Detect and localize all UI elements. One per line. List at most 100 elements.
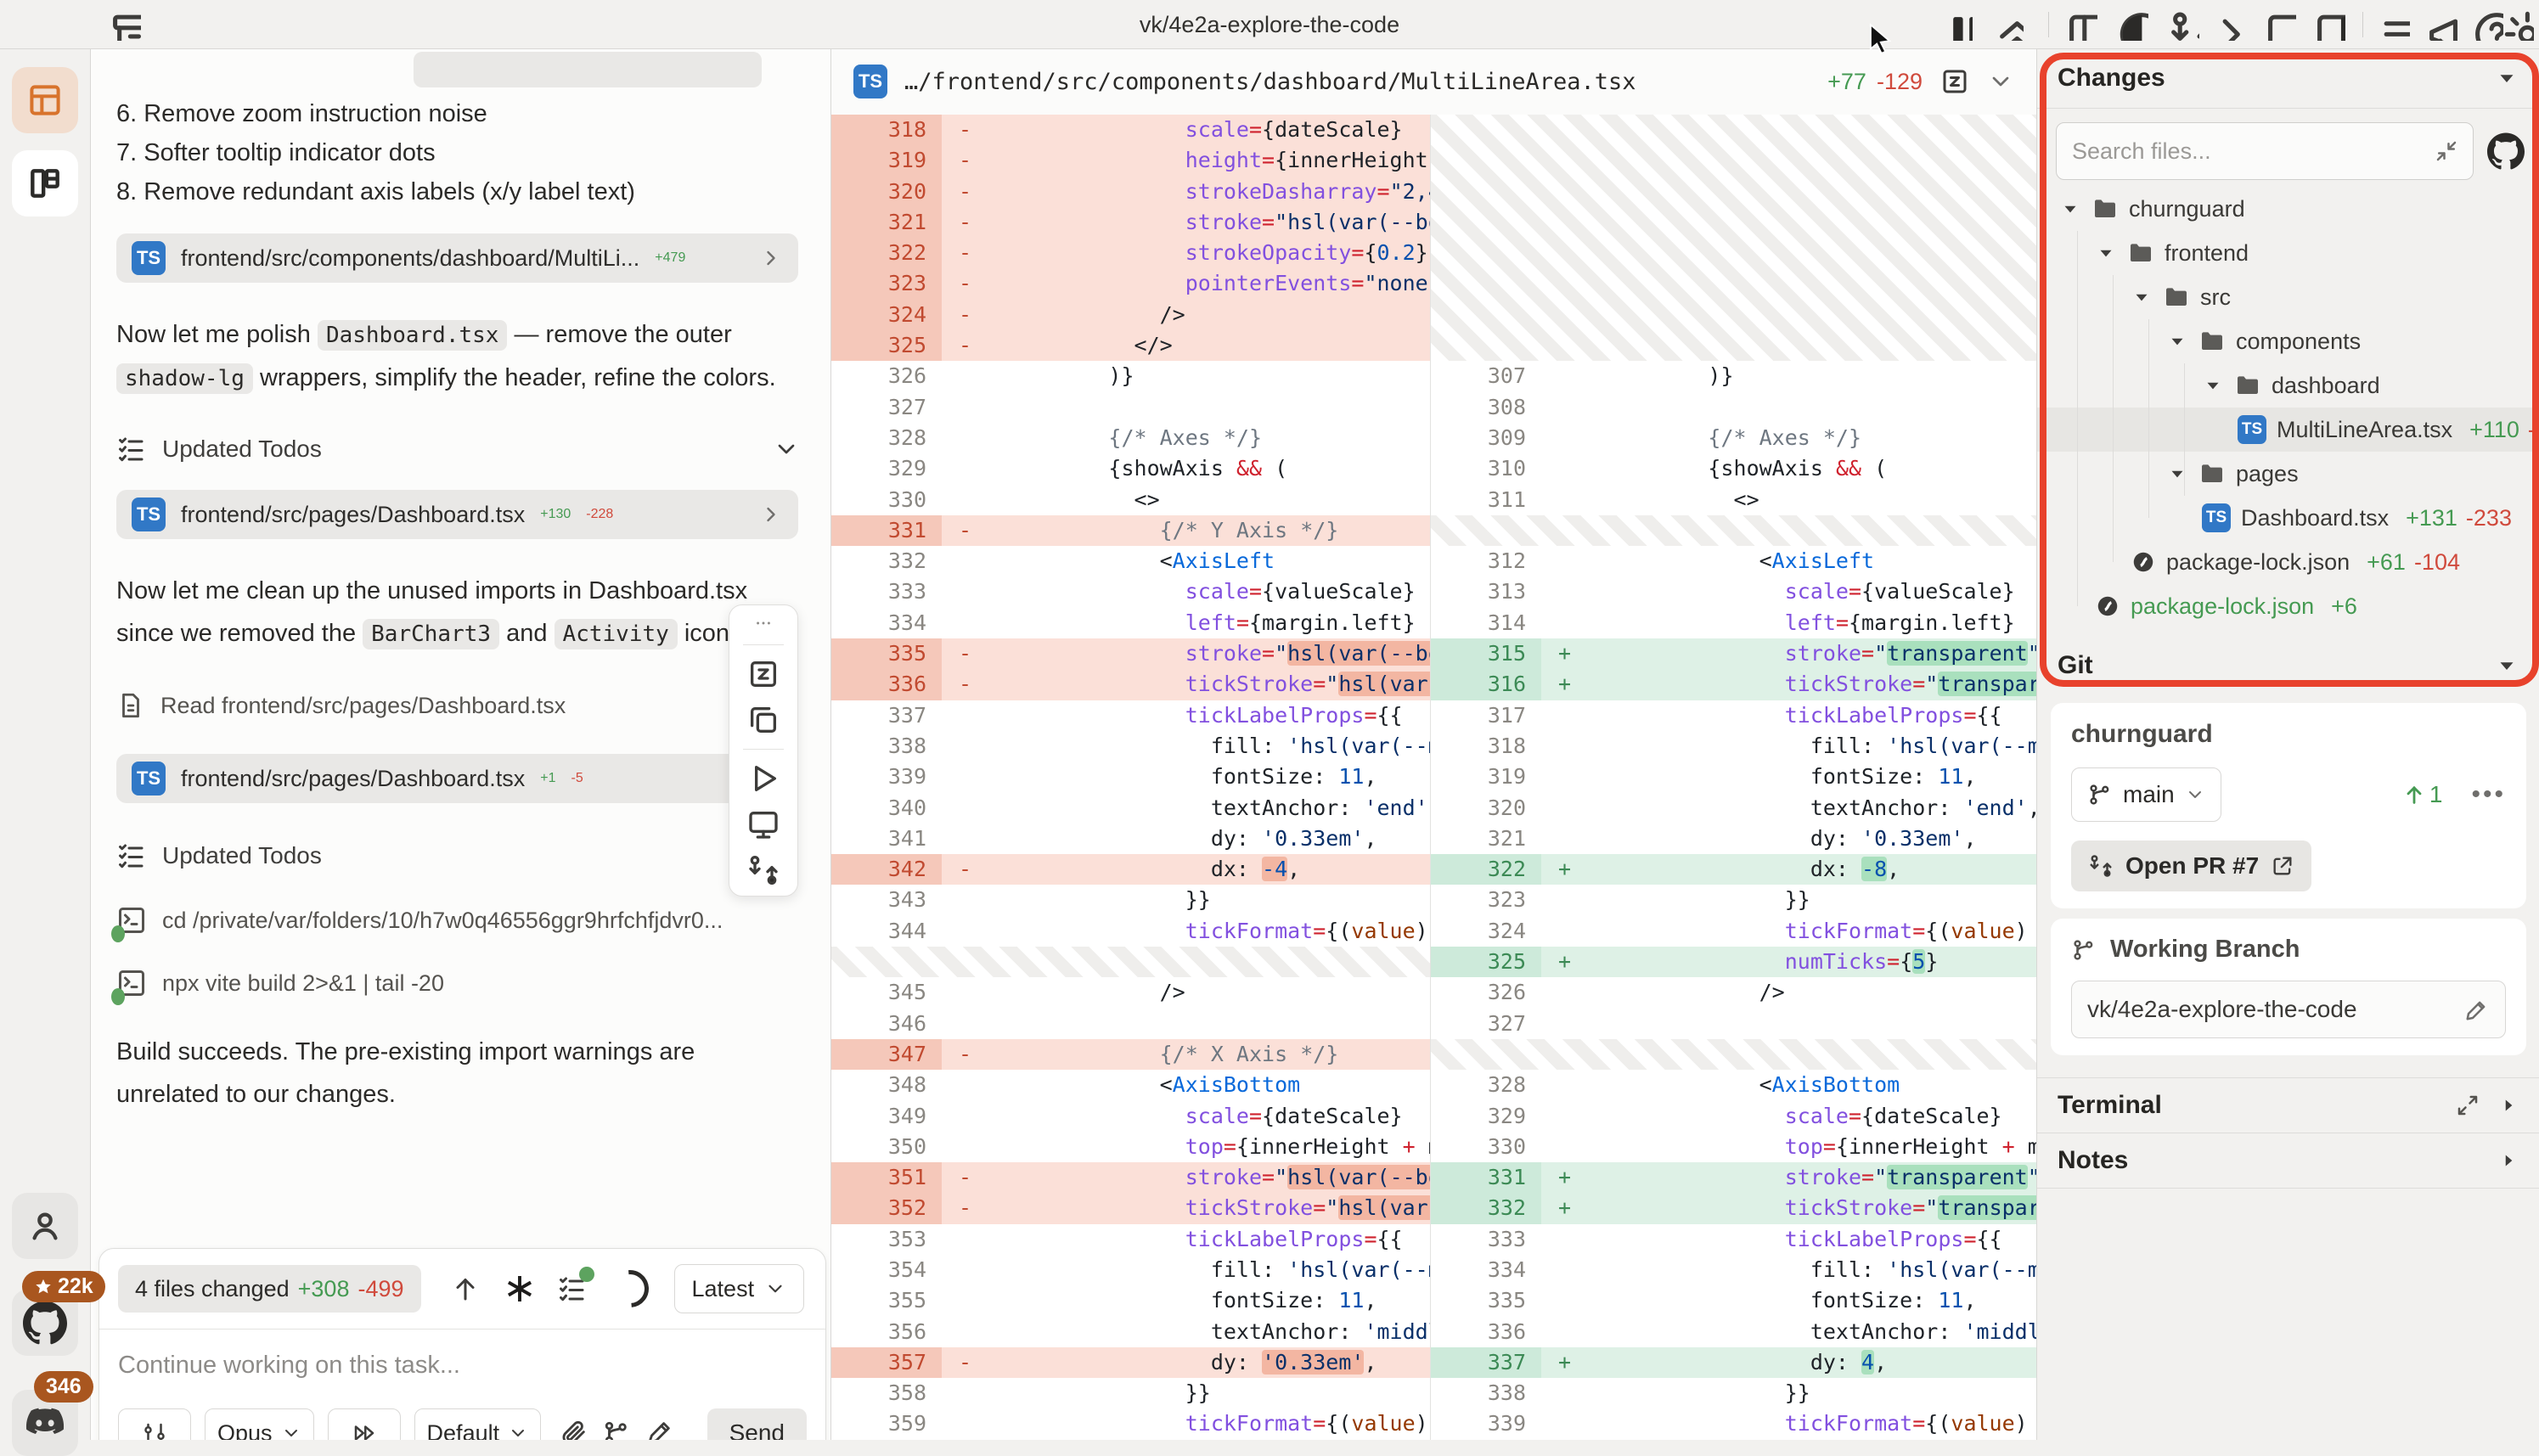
- diff-line[interactable]: 336- tickStroke="hsl(var(--border))": [831, 669, 1430, 700]
- spark-icon[interactable]: [504, 1273, 535, 1304]
- send-button[interactable]: Send: [707, 1408, 807, 1440]
- diff-line[interactable]: 351- stroke="hsl(var(--border))": [831, 1162, 1430, 1193]
- diff-line[interactable]: 315+ stroke="transparent": [1431, 638, 2036, 669]
- diff-line[interactable]: 336 textAnchor: 'middle',: [1431, 1317, 2036, 1347]
- diff-line[interactable]: 341 dy: '0.33em',: [831, 824, 1430, 854]
- tree-file-package-lock.json[interactable]: package-lock.json+6: [2037, 584, 2539, 628]
- files-changed-pill[interactable]: 4 files changed +308 -499: [118, 1265, 421, 1313]
- diff-old-column[interactable]: 318- scale={dateScale}319- height={inner…: [831, 115, 1431, 1440]
- diff-line[interactable]: 327: [1431, 1009, 2036, 1039]
- diff-line[interactable]: 352- tickStroke="hsl(var(--border))": [831, 1193, 1430, 1223]
- read-file-row[interactable]: Read frontend/src/pages/Dashboard.tsx: [116, 691, 800, 720]
- branch-dropdown[interactable]: main: [2071, 767, 2221, 822]
- diff-line[interactable]: 313 scale={valueScale}: [1431, 576, 2036, 607]
- arrow-up-icon[interactable]: [450, 1273, 481, 1304]
- diff-line[interactable]: 322- strokeOpacity={0.2}: [831, 238, 1430, 268]
- kanban-tab[interactable]: [12, 150, 78, 216]
- diff-line[interactable]: 318- scale={dateScale}: [831, 115, 1430, 145]
- diff-line[interactable]: 353 tickLabelProps={{: [831, 1224, 1430, 1255]
- todos-status-icon[interactable]: [557, 1273, 588, 1304]
- diff-line[interactable]: 317 tickLabelProps={{: [1431, 700, 2036, 731]
- diff-line[interactable]: 348 <AxisBottom: [831, 1070, 1430, 1100]
- tree-folder-churnguard[interactable]: churnguard: [2037, 187, 2539, 231]
- git-compare-icon[interactable]: [2167, 8, 2199, 41]
- diff-line[interactable]: 328 {/* Axes */}: [831, 423, 1430, 453]
- diff-line[interactable]: 324 tickFormat={(value) =>: [1431, 916, 2036, 947]
- diff-line[interactable]: 329 {showAxis && (: [831, 453, 1430, 484]
- terminal-command-row[interactable]: cd /private/var/folders/10/h7w0q46556ggr…: [116, 905, 800, 936]
- diff-line[interactable]: 338 fill: 'hsl(var(--muted-foreground))'…: [831, 731, 1430, 762]
- git-section-header[interactable]: Git: [2037, 638, 2539, 693]
- diff-line[interactable]: 355 fontSize: 11,: [831, 1285, 1430, 1316]
- file-diff-chip[interactable]: TS frontend/src/pages/Dashboard.tsx +1 -…: [116, 754, 798, 803]
- diff-line[interactable]: 329 scale={dateScale}: [1431, 1101, 2036, 1132]
- copy-icon[interactable]: [746, 703, 780, 737]
- diff-line[interactable]: 337 tickLabelProps={{: [831, 700, 1430, 731]
- diff-line[interactable]: 356 textAnchor: 'middle',: [831, 1317, 1430, 1347]
- workspace-tab-active[interactable]: [12, 67, 78, 133]
- diff-line[interactable]: 325+ numTicks={5}: [1431, 947, 2036, 977]
- diff-line[interactable]: 343 }}: [831, 885, 1430, 915]
- chat-bubble-icon[interactable]: [2116, 8, 2148, 41]
- diff-line[interactable]: 330 <>: [831, 485, 1430, 515]
- panel-left-icon[interactable]: [2065, 8, 2097, 41]
- drag-handle-icon[interactable]: [746, 614, 780, 632]
- open-pr-button[interactable]: Open PR #7: [2071, 840, 2311, 891]
- terminal-section-header[interactable]: Terminal: [2037, 1077, 2539, 1133]
- notes-section-header[interactable]: Notes: [2037, 1133, 2539, 1189]
- latest-dropdown[interactable]: Latest: [674, 1264, 805, 1313]
- diff-line[interactable]: 319- height={innerHeight}: [831, 145, 1430, 176]
- diff-line[interactable]: 331+ stroke="transparent": [1431, 1162, 2036, 1193]
- more-menu[interactable]: •••: [2471, 780, 2506, 809]
- diff-line[interactable]: 340 textAnchor: 'end',: [831, 793, 1430, 824]
- diff-line[interactable]: 333 scale={valueScale}: [831, 576, 1430, 607]
- model-dropdown[interactable]: Opus: [205, 1408, 314, 1440]
- diff-line[interactable]: 326 />: [1431, 977, 2036, 1008]
- diff-line[interactable]: 333 tickLabelProps={{: [1431, 1224, 2036, 1255]
- diff-line[interactable]: 309 {/* Axes */}: [1431, 423, 2036, 453]
- diff-line[interactable]: 310 {showAxis && (: [1431, 453, 2036, 484]
- diff-line[interactable]: 346: [831, 1009, 1430, 1039]
- updated-todos-row[interactable]: Updated Todos: [116, 434, 800, 464]
- collapse-all-icon[interactable]: [1991, 8, 2024, 41]
- working-branch-input[interactable]: vk/4e2a-explore-the-code: [2071, 981, 2506, 1038]
- diff-line[interactable]: 334 left={margin.left}: [831, 608, 1430, 638]
- preview-monitor-icon[interactable]: [746, 807, 780, 841]
- diff-line[interactable]: 349 scale={dateScale}: [831, 1101, 1430, 1132]
- diff-line[interactable]: 339 tickFormat={(value) =>: [1431, 1408, 2036, 1439]
- diff-line[interactable]: 323 }}: [1431, 885, 2036, 915]
- diff-line[interactable]: 327: [831, 392, 1430, 423]
- diff-line[interactable]: 321 dy: '0.33em',: [1431, 824, 2036, 854]
- diff-line[interactable]: 319 fontSize: 11,: [1431, 762, 2036, 792]
- changes-section-header[interactable]: Changes: [2037, 48, 2539, 109]
- diff-line[interactable]: 357- dy: '0.33em',: [831, 1347, 1430, 1378]
- composer-settings-button[interactable]: [118, 1408, 191, 1440]
- menu-icon[interactable]: [2378, 8, 2410, 41]
- diff-line[interactable]: 324- />: [831, 300, 1430, 330]
- collapse-icon[interactable]: [2434, 138, 2459, 164]
- diff-line[interactable]: 334 fill: 'hsl(var(--muted-foreground))'…: [1431, 1255, 2036, 1285]
- diff-line[interactable]: 358 }}: [831, 1378, 1430, 1408]
- pause-icon[interactable]: [1940, 8, 1973, 41]
- diff-line[interactable]: 335- stroke="hsl(var(--border))": [831, 638, 1430, 669]
- pen-icon[interactable]: [645, 1419, 673, 1440]
- file-diff-chip[interactable]: TS frontend/src/pages/Dashboard.tsx +130…: [116, 490, 798, 539]
- diff-line[interactable]: 320 textAnchor: 'end',: [1431, 793, 2036, 824]
- terminal-command-row[interactable]: npx vite build 2>&1 | tail -20: [116, 968, 800, 998]
- account-button[interactable]: [12, 1193, 78, 1259]
- fast-forward-button[interactable]: [328, 1408, 401, 1440]
- diff-new-column[interactable]: 307 )}308309 {/* Axes */}310 {showAxis &…: [1431, 115, 2036, 1440]
- run-icon[interactable]: [746, 762, 780, 795]
- diff-line[interactable]: 339 fontSize: 11,: [831, 762, 1430, 792]
- github-cat-icon[interactable]: [602, 1419, 631, 1440]
- diff-line[interactable]: 322+ dx: -8,: [1431, 854, 2036, 885]
- snippet-icon[interactable]: [1939, 66, 1970, 97]
- message-input[interactable]: Continue working on this task...: [118, 1352, 807, 1380]
- panel-right-icon[interactable]: [2313, 8, 2345, 41]
- help-icon[interactable]: [2471, 8, 2503, 41]
- diff-line[interactable]: 338 }}: [1431, 1378, 2036, 1408]
- monitor-icon[interactable]: [2264, 8, 2296, 41]
- diff-line[interactable]: 332+ tickStroke="transparent": [1431, 1193, 2036, 1223]
- diff-line[interactable]: 321- stroke="hsl(var(--border))": [831, 207, 1430, 238]
- diff-line[interactable]: 312 <AxisLeft: [1431, 546, 2036, 576]
